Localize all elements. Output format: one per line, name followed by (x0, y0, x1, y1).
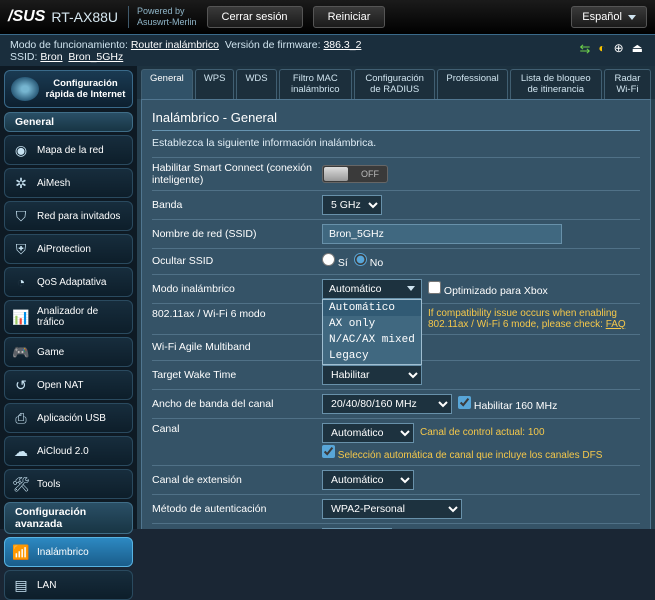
label-agile: Wi-Fi Agile Multiband (152, 341, 322, 353)
ssid-input[interactable] (322, 224, 562, 244)
tools-icon: 🛠 (11, 475, 31, 493)
game-icon: 🎮 (11, 343, 31, 361)
band-select[interactable]: 5 GHz (322, 195, 382, 215)
tab-bar: General WPS WDS Filtro MAC inalámbrico C… (137, 66, 655, 99)
tab-wifiradar[interactable]: Radar Wi-Fi (604, 69, 651, 99)
reboot-button[interactable]: Reiniciar (313, 6, 386, 28)
tab-macfilter[interactable]: Filtro MAC inalámbrico (279, 69, 352, 99)
label-bandwidth: Ancho de banda del canal (152, 398, 322, 410)
wireless-mode-select[interactable]: Automático (322, 279, 422, 299)
info-bar: Modo de funcionamiento: Router inalámbri… (0, 35, 655, 66)
wireless-icon: 📶 (11, 543, 31, 561)
section-general: General (4, 112, 133, 132)
dfs-check[interactable] (322, 445, 335, 458)
nat-icon: ↺ (11, 376, 31, 394)
brand-logo: /SUS (8, 8, 45, 26)
status-icons: ⇆ ◐ ⊕ ⏏ (579, 41, 643, 57)
usb-icon: ⏏ (632, 41, 643, 57)
form-panel: Inalámbrico - General Establezca la sigu… (141, 99, 651, 529)
nav-tools[interactable]: 🛠Tools (4, 469, 133, 499)
cloud-icon: ☁ (11, 442, 31, 460)
tab-wps[interactable]: WPS (195, 69, 235, 99)
panel-title: Inalámbrico - General (152, 110, 640, 125)
ssid-5g: Bron_5GHz (68, 51, 123, 63)
mode-option-mixed[interactable]: N/AC/AX mixed (323, 332, 421, 348)
twt-select[interactable]: Habilitar (322, 365, 422, 385)
nav-guest[interactable]: ⛉Red para invitados (4, 201, 133, 231)
tab-roaming[interactable]: Lista de bloqueo de itinerancia (510, 69, 602, 99)
smartconnect-toggle[interactable]: OFF (322, 165, 388, 183)
label-ssid: Nombre de red (SSID) (152, 228, 322, 240)
ax-hint: If compatibility issue occurs when enabl… (428, 308, 640, 330)
top-bar: /SUS RT-AX88U Powered by Asuswrt-Merlin … (0, 0, 655, 35)
map-icon: ◉ (11, 141, 31, 159)
label-ext-channel: Canal de extensión (152, 474, 322, 486)
faq-link[interactable]: FAQ (606, 319, 626, 330)
lan-icon: ▤ (11, 576, 31, 594)
tab-general[interactable]: General (141, 69, 193, 99)
label-wireless-mode: Modo inalámbrico (152, 283, 322, 295)
nav-aicloud[interactable]: ☁AiCloud 2.0 (4, 436, 133, 466)
nav-aiprotection[interactable]: ⛨AiProtection (4, 234, 133, 264)
nav-game[interactable]: 🎮Game (4, 337, 133, 367)
channel-select[interactable]: Automático (322, 423, 414, 443)
nav-lan[interactable]: ▤LAN (4, 570, 133, 600)
globe-setup-icon (11, 77, 39, 101)
mode-option-auto[interactable]: Automático (323, 300, 421, 316)
led-icon: ◐ (598, 41, 605, 57)
op-mode-link[interactable]: Router inalámbrico (131, 39, 219, 51)
hide-ssid-no[interactable] (354, 253, 367, 266)
label-smartconnect: Habilitar Smart Connect (conexión inteli… (152, 162, 322, 186)
wireless-mode-options: Automático AX only N/AC/AX mixed Legacy (322, 299, 422, 365)
chevron-down-icon (407, 286, 415, 291)
nav-aimesh[interactable]: ✲AiMesh (4, 168, 133, 198)
content-area: General WPS WDS Filtro MAC inalámbrico C… (137, 66, 655, 529)
quick-setup-button[interactable]: Configuración rápida de Internet (4, 70, 133, 108)
auth-select[interactable]: WPA2-Personal (322, 499, 462, 519)
guest-icon: ⛉ (11, 207, 31, 225)
nav-usb[interactable]: ⎙Aplicación USB (4, 403, 133, 433)
label-hide-ssid: Ocultar SSID (152, 255, 322, 267)
mesh-icon: ✲ (11, 174, 31, 192)
xbox-optimize-check[interactable] (428, 281, 441, 294)
logout-button[interactable]: Cerrar sesión (207, 6, 303, 28)
tab-radius[interactable]: Configuración de RADIUS (354, 69, 436, 99)
chart-icon: 📊 (11, 308, 31, 326)
ext-channel-select[interactable]: Automático (322, 470, 414, 490)
hide-ssid-yes[interactable] (322, 253, 335, 266)
enable-160-check[interactable] (458, 396, 471, 409)
panel-desc: Establezca la siguiente información inal… (152, 137, 640, 149)
nav-network-map[interactable]: ◉Mapa de la red (4, 135, 133, 165)
tab-professional[interactable]: Professional (437, 69, 507, 99)
globe-icon: ⊕ (614, 41, 624, 57)
nav-wireless[interactable]: 📶Inalámbrico (4, 537, 133, 567)
sidebar: Configuración rápida de Internet General… (0, 66, 137, 529)
language-select[interactable]: Español (571, 6, 647, 28)
model-name: RT-AX88U (51, 9, 118, 25)
label-auth: Método de autenticación (152, 503, 322, 515)
mode-option-legacy[interactable]: Legacy (323, 348, 421, 364)
label-channel: Canal (152, 423, 322, 435)
current-channel-note: Canal de control actual: 100 (420, 427, 545, 438)
nav-qos[interactable]: ◔QoS Adaptativa (4, 267, 133, 297)
firmware-link[interactable]: 386.3_2 (323, 39, 361, 51)
label-80211ax: 802.11ax / Wi-Fi 6 modo (152, 308, 322, 320)
ssid-2g: Bron (40, 51, 62, 63)
shield-icon: ⛨ (11, 240, 31, 258)
bandwidth-select[interactable]: 20/40/80/160 MHz (322, 394, 452, 414)
gauge-icon: ◔ (11, 273, 31, 291)
mode-option-ax[interactable]: AX only (323, 316, 421, 332)
tab-wds[interactable]: WDS (236, 69, 276, 99)
label-twt: Target Wake Time (152, 369, 322, 381)
wifi-icon: ⇆ (579, 41, 590, 57)
nav-opennat[interactable]: ↺Open NAT (4, 370, 133, 400)
powered-by: Powered by Asuswrt-Merlin (128, 6, 197, 28)
chevron-down-icon (628, 15, 636, 20)
section-advanced: Configuración avanzada (4, 502, 133, 534)
nav-traffic[interactable]: 📊Analizador de tráfico (4, 300, 133, 334)
usb-app-icon: ⎙ (11, 409, 31, 427)
label-band: Banda (152, 199, 322, 211)
